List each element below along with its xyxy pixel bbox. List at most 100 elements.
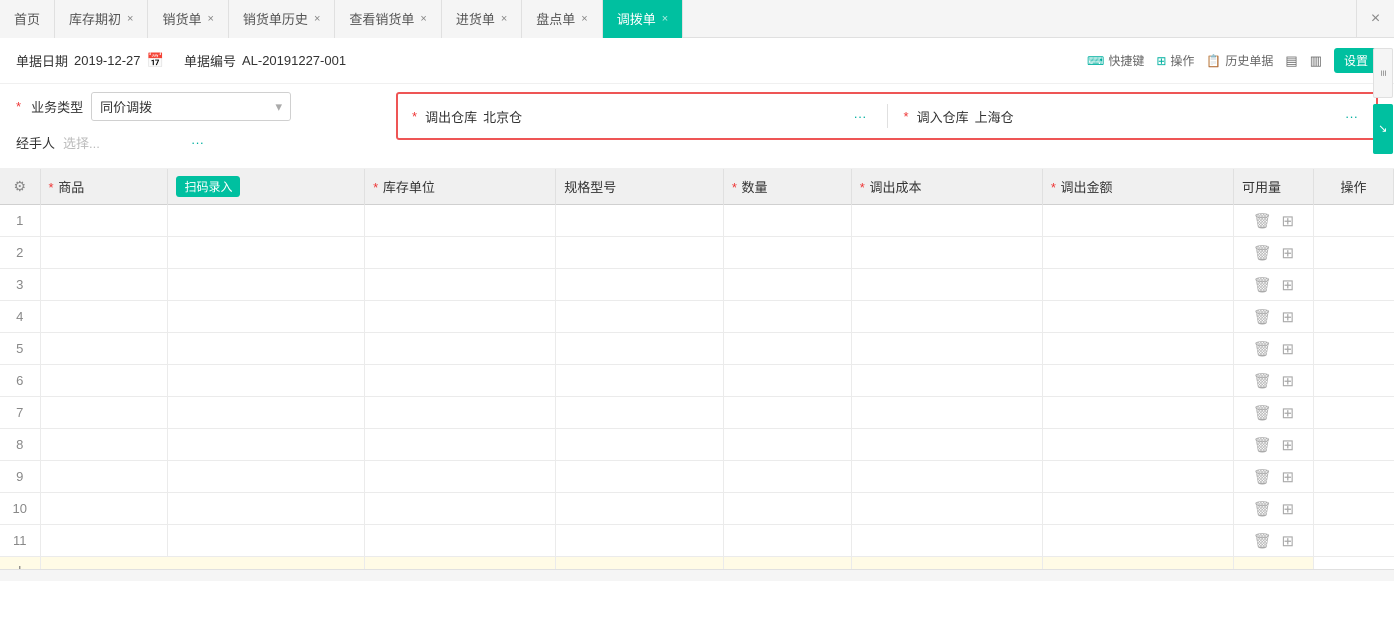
row-qty[interactable] bbox=[556, 333, 724, 365]
row-product[interactable] bbox=[40, 461, 168, 493]
row-product[interactable] bbox=[40, 429, 168, 461]
row-spec[interactable] bbox=[365, 333, 556, 365]
row-cost[interactable] bbox=[723, 493, 851, 525]
column-gear[interactable]: ⚙ bbox=[0, 169, 40, 205]
row-amount[interactable] bbox=[851, 493, 1042, 525]
row-cost[interactable] bbox=[723, 205, 851, 237]
tab-inventory-check-close[interactable]: × bbox=[581, 13, 587, 25]
row-cost[interactable] bbox=[723, 237, 851, 269]
person-select[interactable]: 选择... bbox=[63, 133, 183, 152]
delete-icon[interactable]: 🗑 bbox=[1253, 213, 1272, 230]
scan-button[interactable]: 扫码录入 bbox=[176, 176, 240, 197]
row-unit[interactable] bbox=[168, 429, 365, 461]
row-qty[interactable] bbox=[556, 365, 724, 397]
row-unit[interactable] bbox=[168, 269, 365, 301]
business-type-select[interactable]: 同价调拨 ▾ bbox=[91, 92, 291, 121]
copy-icon[interactable]: ⊞ bbox=[1282, 277, 1295, 294]
row-spec[interactable] bbox=[365, 365, 556, 397]
row-amount[interactable] bbox=[851, 365, 1042, 397]
row-product[interactable] bbox=[40, 525, 168, 557]
sidebar-notes-button[interactable]: ≡ bbox=[1373, 48, 1393, 98]
tab-inventory-init-close[interactable]: × bbox=[127, 13, 133, 25]
row-cost[interactable] bbox=[723, 429, 851, 461]
history-button[interactable]: 📋 历史单据 bbox=[1206, 52, 1273, 69]
row-cost[interactable] bbox=[723, 269, 851, 301]
row-product[interactable] bbox=[40, 365, 168, 397]
row-cost[interactable] bbox=[723, 461, 851, 493]
row-spec[interactable] bbox=[365, 237, 556, 269]
row-product[interactable] bbox=[40, 493, 168, 525]
row-amount[interactable] bbox=[851, 461, 1042, 493]
delete-icon[interactable]: 🗑 bbox=[1253, 469, 1272, 486]
row-unit[interactable] bbox=[168, 365, 365, 397]
row-unit[interactable] bbox=[168, 397, 365, 429]
row-unit[interactable] bbox=[168, 237, 365, 269]
row-amount[interactable] bbox=[851, 333, 1042, 365]
delete-icon[interactable]: 🗑 bbox=[1253, 533, 1272, 550]
row-spec[interactable] bbox=[365, 269, 556, 301]
gear-icon[interactable]: ⚙ bbox=[13, 178, 26, 194]
row-unit[interactable] bbox=[168, 461, 365, 493]
tab-view-sales[interactable]: 查看销货单 × bbox=[335, 0, 441, 38]
row-spec[interactable] bbox=[365, 397, 556, 429]
copy-icon[interactable]: ⊞ bbox=[1282, 437, 1295, 454]
tab-sales-order[interactable]: 销货单 × bbox=[148, 0, 228, 38]
delete-icon[interactable]: 🗑 bbox=[1253, 373, 1272, 390]
tab-transfer[interactable]: 调拨单 × bbox=[603, 0, 683, 38]
delete-icon[interactable]: 🗑 bbox=[1253, 309, 1272, 326]
row-unit[interactable] bbox=[168, 493, 365, 525]
row-product[interactable] bbox=[40, 269, 168, 301]
row-cost[interactable] bbox=[723, 301, 851, 333]
copy-icon[interactable]: ⊞ bbox=[1282, 213, 1295, 230]
row-amount[interactable] bbox=[851, 205, 1042, 237]
copy-icon[interactable]: ⊞ bbox=[1282, 245, 1295, 262]
row-qty[interactable] bbox=[556, 461, 724, 493]
tab-inventory-init[interactable]: 库存期初 × bbox=[55, 0, 148, 38]
row-qty[interactable] bbox=[556, 269, 724, 301]
tab-purchase-order[interactable]: 进货单 × bbox=[442, 0, 522, 38]
calendar-icon[interactable]: 📅 bbox=[147, 52, 164, 69]
row-product[interactable] bbox=[40, 205, 168, 237]
delete-icon[interactable]: 🗑 bbox=[1253, 501, 1272, 518]
row-amount[interactable] bbox=[851, 429, 1042, 461]
row-qty[interactable] bbox=[556, 301, 724, 333]
grid-layout-button[interactable]: ▤ bbox=[1285, 53, 1297, 69]
row-qty[interactable] bbox=[556, 493, 724, 525]
row-spec[interactable] bbox=[365, 493, 556, 525]
tab-view-sales-close[interactable]: × bbox=[420, 13, 426, 25]
row-amount[interactable] bbox=[851, 237, 1042, 269]
list-layout-button[interactable]: ▥ bbox=[1310, 53, 1322, 69]
row-spec[interactable] bbox=[365, 429, 556, 461]
tab-transfer-close[interactable]: × bbox=[662, 13, 668, 25]
warehouse-in-more-button[interactable]: ··· bbox=[1341, 109, 1362, 124]
row-qty[interactable] bbox=[556, 429, 724, 461]
row-cost[interactable] bbox=[723, 365, 851, 397]
row-amount[interactable] bbox=[851, 301, 1042, 333]
row-qty[interactable] bbox=[556, 397, 724, 429]
row-spec[interactable] bbox=[365, 461, 556, 493]
copy-icon[interactable]: ⊞ bbox=[1282, 405, 1295, 422]
copy-icon[interactable]: ⊞ bbox=[1282, 373, 1295, 390]
row-unit[interactable] bbox=[168, 301, 365, 333]
row-qty[interactable] bbox=[556, 237, 724, 269]
copy-icon[interactable]: ⊞ bbox=[1282, 309, 1295, 326]
warehouse-out-more-button[interactable]: ··· bbox=[850, 109, 871, 124]
delete-icon[interactable]: 🗑 bbox=[1253, 245, 1272, 262]
person-more-icon[interactable]: ··· bbox=[191, 135, 204, 150]
copy-icon[interactable]: ⊞ bbox=[1282, 341, 1295, 358]
delete-icon[interactable]: 🗑 bbox=[1253, 341, 1272, 358]
row-spec[interactable] bbox=[365, 301, 556, 333]
delete-icon[interactable]: 🗑 bbox=[1253, 277, 1272, 294]
bottom-scrollbar[interactable] bbox=[0, 569, 1394, 581]
row-product[interactable] bbox=[40, 237, 168, 269]
row-product[interactable] bbox=[40, 301, 168, 333]
row-unit[interactable] bbox=[168, 333, 365, 365]
copy-icon[interactable]: ⊞ bbox=[1282, 501, 1295, 518]
row-cost[interactable] bbox=[723, 333, 851, 365]
row-cost[interactable] bbox=[723, 397, 851, 429]
tab-purchase-order-close[interactable]: × bbox=[501, 13, 507, 25]
row-qty[interactable] bbox=[556, 205, 724, 237]
tab-sales-history-close[interactable]: × bbox=[314, 13, 320, 25]
row-amount[interactable] bbox=[851, 269, 1042, 301]
row-amount[interactable] bbox=[851, 397, 1042, 429]
